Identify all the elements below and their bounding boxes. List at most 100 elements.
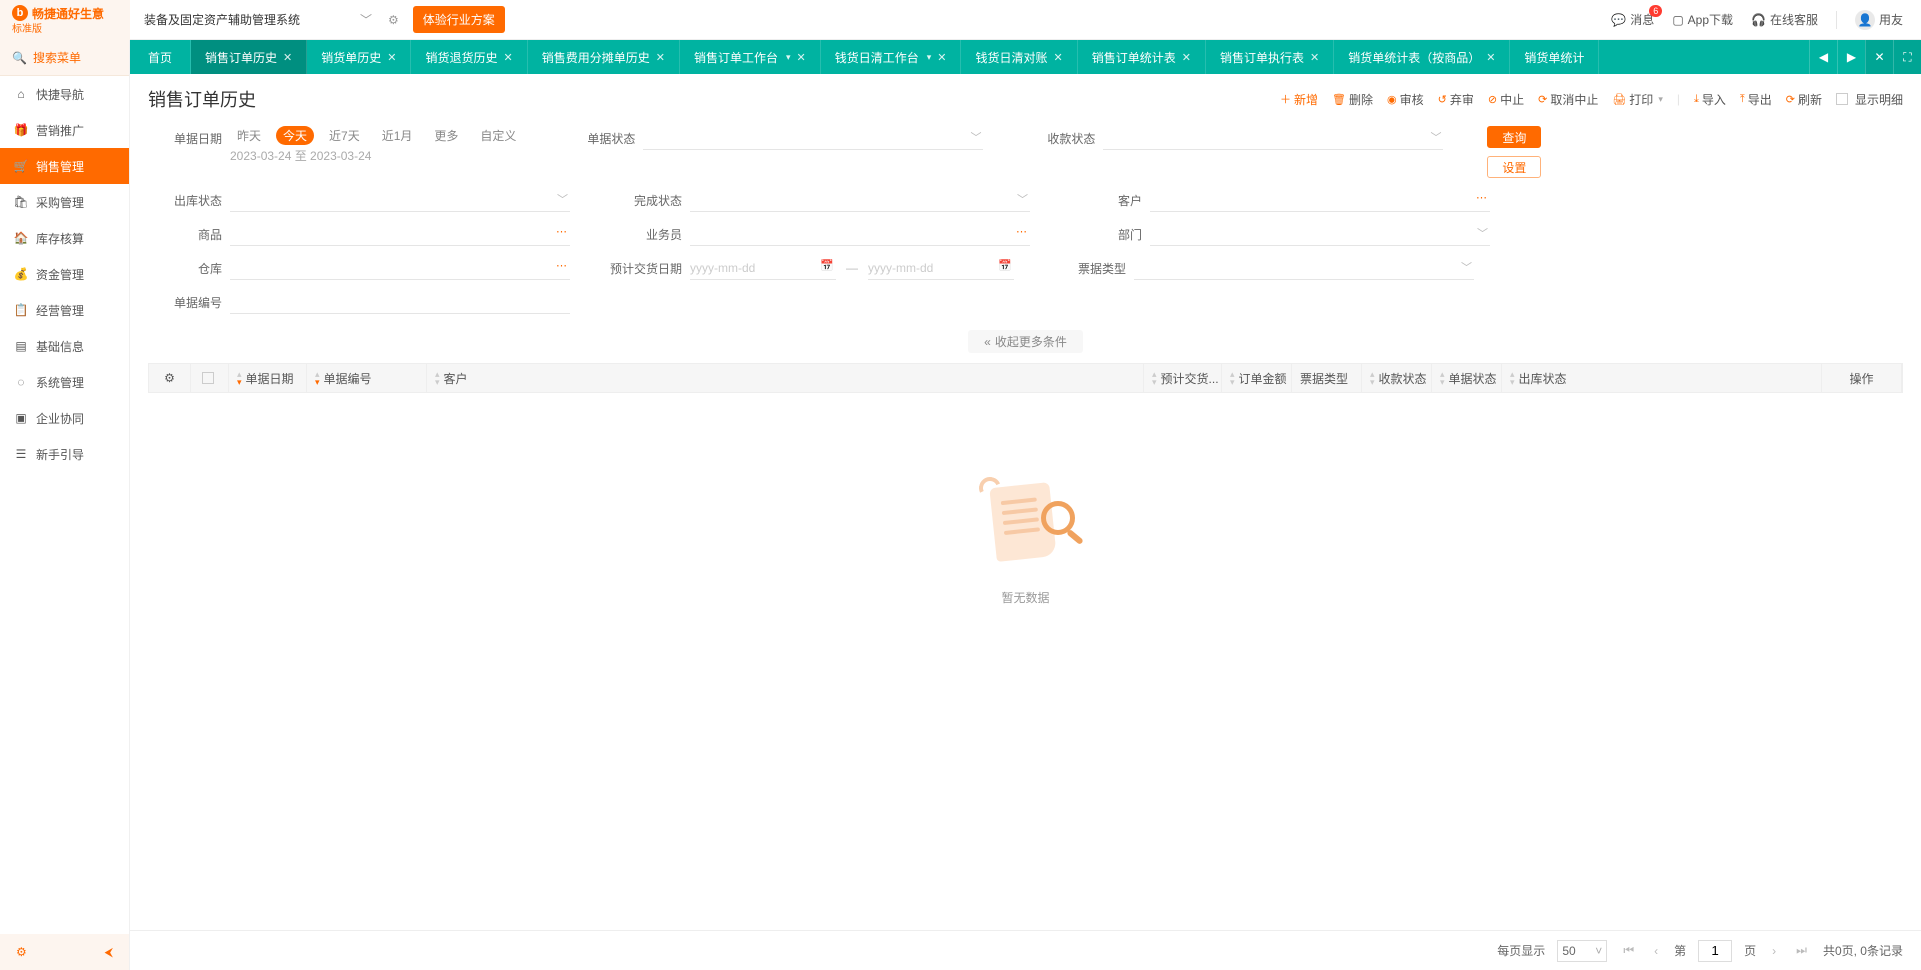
tab-scroll-right-button[interactable]: ▶ (1837, 40, 1865, 74)
sidebar-item-marketing[interactable]: 🎁营销推广 (0, 112, 129, 148)
col-doc-date[interactable]: ▴▾单据日期 (229, 364, 307, 392)
calendar-icon[interactable]: 📅 (820, 259, 834, 272)
close-icon[interactable]: ✕ (1182, 51, 1191, 64)
tab-money-goods-workbench[interactable]: 钱货日清工作台▾✕ (821, 40, 962, 74)
col-doc-status[interactable]: ▴▾单据状态 (1432, 364, 1502, 392)
tab-sales-order-history[interactable]: 销售订单历史✕ (191, 40, 307, 74)
collapse-filters-button[interactable]: « 收起更多条件 (968, 330, 1083, 353)
out-status-select[interactable] (230, 188, 570, 212)
sort-icon[interactable]: ▴▾ (237, 370, 242, 386)
finish-status-select[interactable] (690, 188, 1030, 212)
select-all-checkbox[interactable] (191, 364, 229, 392)
next-page-button[interactable]: › (1768, 944, 1780, 958)
sidebar-item-purchase[interactable]: 🛍采购管理 (0, 184, 129, 220)
sidebar-item-inventory[interactable]: 🏠库存核算 (0, 220, 129, 256)
last-page-button[interactable]: ⏭ (1792, 943, 1811, 958)
tab-sales-bill-stats-by-product[interactable]: 销货单统计表（按商品）✕ (1334, 40, 1510, 74)
query-button[interactable]: 查询 (1487, 126, 1541, 148)
tab-home[interactable]: 首页 (130, 40, 191, 74)
tab-money-goods-reconcile[interactable]: 钱货日清对账✕ (961, 40, 1077, 74)
col-delivery[interactable]: ▴▾预计交货... (1144, 364, 1222, 392)
chevron-down-icon[interactable]: ﹀ (1017, 191, 1028, 207)
sort-icon[interactable]: ▴▾ (1370, 370, 1375, 386)
toolbar-new-button[interactable]: ＋新增 (1280, 91, 1318, 108)
chevron-down-icon[interactable]: ▾ (786, 52, 791, 63)
toolbar-abandon-button[interactable]: ↺弃审 (1438, 91, 1474, 108)
toolbar-import-button[interactable]: ⤓导入 (1694, 91, 1726, 108)
salesman-picker[interactable] (690, 222, 1030, 246)
user-menu[interactable]: 👤 用友 (1855, 10, 1903, 30)
system-settings-icon[interactable]: ⚙ (388, 13, 399, 27)
toolbar-show-detail-checkbox[interactable]: 显示明细 (1836, 91, 1903, 108)
column-settings-button[interactable]: ⚙ (149, 364, 191, 392)
col-customer[interactable]: ▴▾客户 (427, 364, 1144, 392)
online-service-button[interactable]: 🎧 在线客服 (1751, 11, 1818, 28)
dept-select[interactable] (1150, 222, 1490, 246)
industry-plan-button[interactable]: 体验行业方案 (413, 6, 505, 33)
chevron-down-icon[interactable]: ﹀ (970, 129, 981, 145)
ellipsis-icon[interactable]: ⋯ (1016, 225, 1028, 238)
toolbar-print-button[interactable]: 🖨打印▾ (1612, 91, 1663, 108)
sort-icon[interactable]: ▴▾ (1230, 370, 1235, 386)
col-doc-no[interactable]: ▴▾单据编号 (307, 364, 427, 392)
date-chip-today[interactable]: 今天 (276, 126, 314, 145)
gear-icon[interactable]: ⚙ (16, 945, 27, 959)
close-icon[interactable]: ✕ (797, 51, 806, 64)
sort-icon[interactable]: ▴▾ (1510, 370, 1515, 386)
first-page-button[interactable]: ⏮ (1619, 943, 1638, 958)
tab-sales-order-exec[interactable]: 销售订单执行表✕ (1206, 40, 1334, 74)
app-download-button[interactable]: ▢ App下载 (1672, 11, 1733, 28)
tab-sales-cost-share-history[interactable]: 销售费用分摊单历史✕ (528, 40, 680, 74)
customer-picker[interactable] (1150, 188, 1490, 212)
ellipsis-icon[interactable]: ⋯ (1476, 191, 1488, 204)
tab-sales-order-stats[interactable]: 销售订单统计表✕ (1078, 40, 1206, 74)
date-chip-7days[interactable]: 近7天 (322, 126, 367, 145)
sort-icon[interactable]: ▴▾ (315, 370, 320, 386)
collapse-sidebar-icon[interactable]: ⮜ (104, 945, 113, 960)
chevron-down-icon[interactable]: ﹀ (1477, 225, 1488, 241)
tab-sales-order-workbench[interactable]: 销售订单工作台▾✕ (680, 40, 821, 74)
toolbar-audit-button[interactable]: ◉审核 (1387, 91, 1424, 108)
sidebar-item-baseinfo[interactable]: ▤基础信息 (0, 328, 129, 364)
sidebar-search[interactable]: 🔍 搜索菜单 (0, 40, 129, 76)
calendar-icon[interactable]: 📅 (998, 259, 1012, 272)
system-dropdown-icon[interactable]: ﹀ (360, 11, 372, 28)
sidebar-item-system[interactable]: ◌系统管理 (0, 364, 129, 400)
toolbar-export-button[interactable]: ⤒导出 (1740, 91, 1772, 108)
tab-scroll-left-button[interactable]: ◀ (1809, 40, 1837, 74)
warehouse-picker[interactable] (230, 256, 570, 280)
doc-status-select[interactable] (643, 126, 983, 150)
product-picker[interactable] (230, 222, 570, 246)
doc-no-input[interactable] (230, 290, 570, 314)
sidebar-item-business[interactable]: 📋经营管理 (0, 292, 129, 328)
sidebar-item-sales[interactable]: 🛒销售管理 (0, 148, 129, 184)
date-chip-more[interactable]: 更多 (427, 126, 465, 145)
page-input[interactable] (1698, 940, 1732, 962)
delivery-date-to[interactable] (868, 256, 1014, 280)
tab-close-all-button[interactable]: ✕ (1865, 40, 1893, 74)
setting-button[interactable]: 设置 (1487, 156, 1541, 178)
col-pay-status[interactable]: ▴▾收款状态 (1362, 364, 1432, 392)
delivery-date-from[interactable] (690, 256, 836, 280)
sidebar-item-guide[interactable]: ☰新手引导 (0, 436, 129, 472)
tab-sales-bill-stats-trunc[interactable]: 销货单统计 (1510, 40, 1599, 74)
chevron-down-icon[interactable]: ﹀ (557, 191, 568, 207)
sidebar-item-funds[interactable]: 💰资金管理 (0, 256, 129, 292)
col-out-status[interactable]: ▴▾出库状态 (1502, 364, 1822, 392)
close-icon[interactable]: ✕ (1486, 51, 1495, 64)
col-ticket[interactable]: 票据类型 (1292, 364, 1362, 392)
chevron-down-icon[interactable]: ▾ (927, 52, 932, 63)
sidebar-item-enterprise[interactable]: ▣企业协同 (0, 400, 129, 436)
close-icon[interactable]: ✕ (387, 51, 396, 64)
date-chip-yesterday[interactable]: 昨天 (230, 126, 268, 145)
chevron-down-icon[interactable]: ▾ (1658, 94, 1663, 105)
sort-icon[interactable]: ▴▾ (1440, 370, 1445, 386)
date-chip-custom[interactable]: 自定义 (473, 126, 523, 145)
toolbar-stop-button[interactable]: ⊘中止 (1488, 91, 1524, 108)
pay-status-select[interactable] (1103, 126, 1443, 150)
toolbar-unstop-button[interactable]: ⟳取消中止 (1538, 91, 1598, 108)
chevron-down-icon[interactable]: ﹀ (1461, 259, 1472, 275)
date-chip-1month[interactable]: 近1月 (375, 126, 420, 145)
sidebar-item-quicknav[interactable]: ⌂快捷导航 (0, 76, 129, 112)
close-icon[interactable]: ✕ (1310, 51, 1319, 64)
